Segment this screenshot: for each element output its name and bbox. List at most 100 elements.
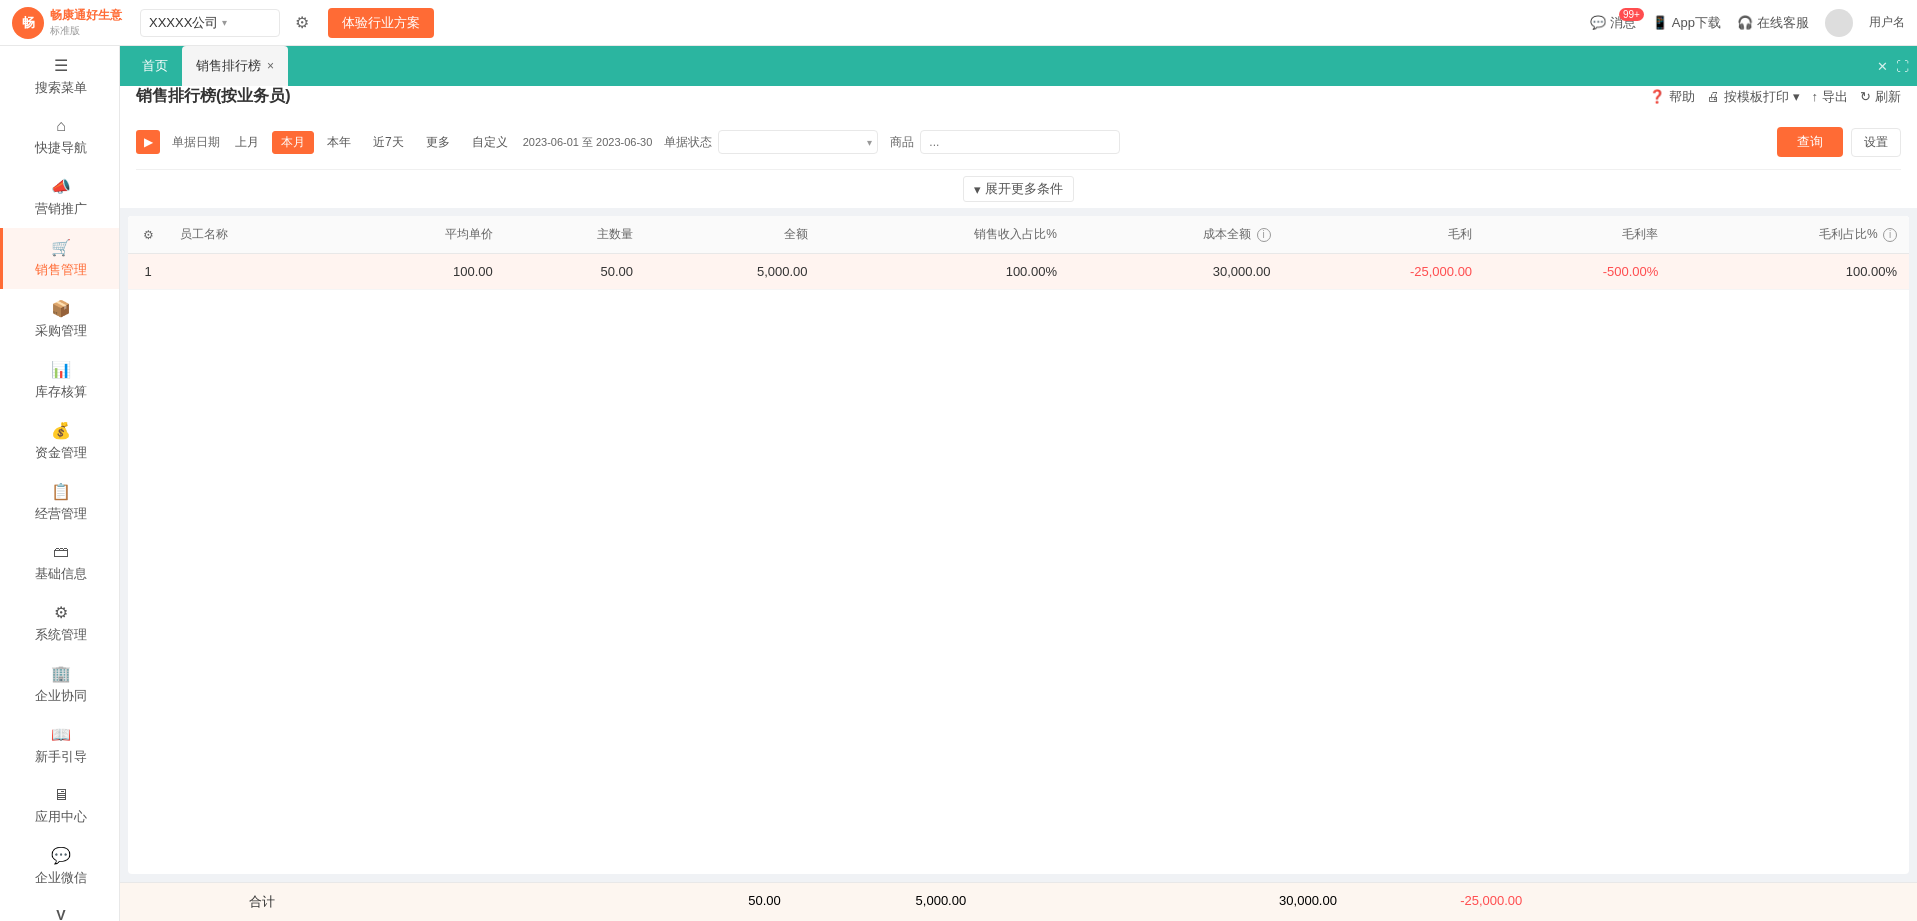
sidebar-item-inventory[interactable]: 📊 库存核算 xyxy=(0,350,119,411)
top-bar: 畅 畅康通好生意 标准版 XXXXX公司 ▾ ⚙ 体验行业方案 💬 消息 99+… xyxy=(0,0,1917,46)
tab-sales-ranking[interactable]: 销售排行榜 × xyxy=(182,46,288,86)
query-button[interactable]: 查询 xyxy=(1777,127,1843,157)
sidebar-item-system[interactable]: ⚙ 系统管理 xyxy=(0,593,119,654)
operations-icon: 📋 xyxy=(51,482,71,501)
app-download-button[interactable]: 📱 App下载 xyxy=(1652,14,1721,32)
tab-sales-ranking-label: 销售排行榜 xyxy=(196,57,261,75)
th-name: 员工名称 xyxy=(168,216,336,254)
sidebar-item-sales[interactable]: 🛒 销售管理 xyxy=(0,228,119,289)
th-gear: ⚙ xyxy=(128,216,168,254)
chevron-down-icon: ▾ xyxy=(974,182,981,197)
filter-toggle-button[interactable]: ▶ xyxy=(136,130,160,154)
footer-label-cell xyxy=(132,893,237,911)
tab-home[interactable]: 首页 xyxy=(128,46,182,86)
date-range-display: 2023-06-01 至 2023-06-30 xyxy=(523,135,653,150)
th-gross-margin: 毛利率 xyxy=(1484,216,1670,254)
sidebar-item-guide[interactable]: 📖 新手引导 xyxy=(0,715,119,776)
footer-total: 5,000.00 xyxy=(793,893,978,911)
cell-rank: 1 xyxy=(128,254,168,290)
page-title-row: 销售排行榜(按业务员) ❓ 帮助 🖨 按模板打印 ▾ ↑ xyxy=(136,86,1901,107)
date-btn-this-month[interactable]: 本月 xyxy=(272,131,314,154)
cell-name xyxy=(168,254,336,290)
app-title: 畅康通好生意 xyxy=(50,7,122,24)
expand-more-button[interactable]: ▾ 展开更多条件 xyxy=(963,176,1074,202)
sidebar: ☰ 搜索菜单 ⌂ 快捷导航 📣 营销推广 🛒 销售管理 📦 采购管理 📊 库存核… xyxy=(0,46,120,921)
sidebar-item-finance[interactable]: 💰 资金管理 xyxy=(0,411,119,472)
guide-icon: 📖 xyxy=(51,725,71,744)
sidebar-item-basic-info[interactable]: 🗃 基础信息 xyxy=(0,533,119,593)
sidebar-label-system: 系统管理 xyxy=(35,626,87,644)
table-header-row: ⚙ 员工名称 平均单价 主数量 全额 销售收入占比% 成本全额 i 毛利 毛利率 xyxy=(128,216,1909,254)
footer-total-label: 合计 xyxy=(237,893,422,911)
date-btn-last-7-days[interactable]: 近7天 xyxy=(364,131,413,154)
basic-info-icon: 🗃 xyxy=(53,543,69,561)
sidebar-label-search-menu: 搜索菜单 xyxy=(35,79,87,97)
data-table: ⚙ 员工名称 平均单价 主数量 全额 销售收入占比% 成本全额 i 毛利 毛利率 xyxy=(128,216,1909,290)
sidebar-item-apps[interactable]: 🖥 应用中心 xyxy=(0,776,119,836)
cost-info-icon[interactable]: i xyxy=(1257,228,1271,242)
footer-avg-price xyxy=(422,893,607,911)
sidebar-item-wechat[interactable]: 💬 企业微信 xyxy=(0,836,119,897)
status-select[interactable] xyxy=(718,130,878,154)
sidebar-item-enterprise[interactable]: 🏢 企业协同 xyxy=(0,654,119,715)
window-close-icon[interactable]: ✕ xyxy=(1877,59,1888,74)
company-selector[interactable]: XXXXX公司 ▾ xyxy=(140,9,280,37)
cell-avg-price: 100.00 xyxy=(336,254,504,290)
help-button[interactable]: ❓ 帮助 xyxy=(1649,88,1695,106)
date-btn-last-month[interactable]: 上月 xyxy=(226,131,268,154)
sidebar-item-quick-nav[interactable]: ⌂ 快捷导航 xyxy=(0,107,119,167)
th-cost-total: 成本全额 i xyxy=(1069,216,1283,254)
messages-button[interactable]: 💬 消息 99+ xyxy=(1590,14,1636,32)
table-area: ⚙ 员工名称 平均单价 主数量 全额 销售收入占比% 成本全额 i 毛利 毛利率 xyxy=(128,216,1909,874)
date-btn-this-year[interactable]: 本年 xyxy=(318,131,360,154)
status-filter-group: 单据状态 xyxy=(664,130,878,154)
online-service-button[interactable]: 🎧 在线客服 xyxy=(1737,14,1809,32)
footer-gross-margin xyxy=(1534,893,1719,911)
sidebar-item-member[interactable]: V 畅会员 xyxy=(0,897,119,921)
experience-button[interactable]: 体验行业方案 xyxy=(328,8,434,38)
filter-section: 销售排行榜(按业务员) ❓ 帮助 🖨 按模板打印 ▾ ↑ xyxy=(120,86,1917,208)
date-options: 上月 本月 本年 近7天 更多 自定义 xyxy=(226,131,517,154)
sidebar-item-marketing[interactable]: 📣 营销推广 xyxy=(0,167,119,228)
table-body: 1 100.00 50.00 5,000.00 100.00% 30,000.0… xyxy=(128,254,1909,290)
sidebar-item-search-menu[interactable]: ☰ 搜索菜单 xyxy=(0,46,119,107)
cell-profit-ratio: 100.00% xyxy=(1670,254,1909,290)
date-btn-custom[interactable]: 自定义 xyxy=(463,131,517,154)
sidebar-label-wechat: 企业微信 xyxy=(35,869,87,887)
status-select-wrapper xyxy=(718,130,878,154)
sidebar-item-operations[interactable]: 📋 经营管理 xyxy=(0,472,119,533)
window-maximize-icon[interactable]: ⛶ xyxy=(1896,59,1909,74)
template-print-button[interactable]: 🖨 按模板打印 ▾ xyxy=(1707,88,1800,106)
tab-close-icon[interactable]: × xyxy=(267,59,274,73)
sidebar-label-sales: 销售管理 xyxy=(35,261,87,279)
purchase-icon: 📦 xyxy=(51,299,71,318)
username: 用户名 xyxy=(1869,14,1905,31)
wechat-icon: 💬 xyxy=(51,846,71,865)
refresh-button[interactable]: ↻ 刷新 xyxy=(1860,88,1901,106)
footer-sales-ratio xyxy=(978,893,1163,911)
sidebar-label-enterprise: 企业协同 xyxy=(35,687,87,705)
cell-sales-ratio: 100.00% xyxy=(820,254,1069,290)
home-icon: ⌂ xyxy=(56,117,66,135)
company-settings-button[interactable]: ⚙ xyxy=(288,9,316,37)
sidebar-label-basic-info: 基础信息 xyxy=(35,565,87,583)
page-title: 销售排行榜(按业务员) xyxy=(136,86,291,107)
date-btn-more[interactable]: 更多 xyxy=(417,131,459,154)
header-actions: ❓ 帮助 🖨 按模板打印 ▾ ↑ 导出 ↻ xyxy=(1649,88,1902,106)
print-icon: 🖨 xyxy=(1707,89,1720,104)
status-filter-label: 单据状态 xyxy=(664,134,712,151)
goods-input[interactable] xyxy=(920,130,1120,154)
export-button[interactable]: ↑ 导出 xyxy=(1812,88,1849,106)
footer-gross-profit: -25,000.00 xyxy=(1349,893,1534,911)
goods-filter-group: 商品 xyxy=(890,130,1120,154)
sidebar-item-purchase[interactable]: 📦 采购管理 xyxy=(0,289,119,350)
message-badge: 99+ xyxy=(1619,8,1644,21)
inventory-icon: 📊 xyxy=(51,360,71,379)
avatar[interactable] xyxy=(1825,9,1853,37)
sidebar-label-guide: 新手引导 xyxy=(35,748,87,766)
enterprise-icon: 🏢 xyxy=(51,664,71,683)
settings-small-button[interactable]: 设置 xyxy=(1851,128,1901,157)
message-icon: 💬 xyxy=(1590,15,1606,30)
profit-info-icon[interactable]: i xyxy=(1883,228,1897,242)
date-filter-group: 单据日期 上月 本月 本年 近7天 更多 自定义 2023-06-01 至 20… xyxy=(172,131,652,154)
